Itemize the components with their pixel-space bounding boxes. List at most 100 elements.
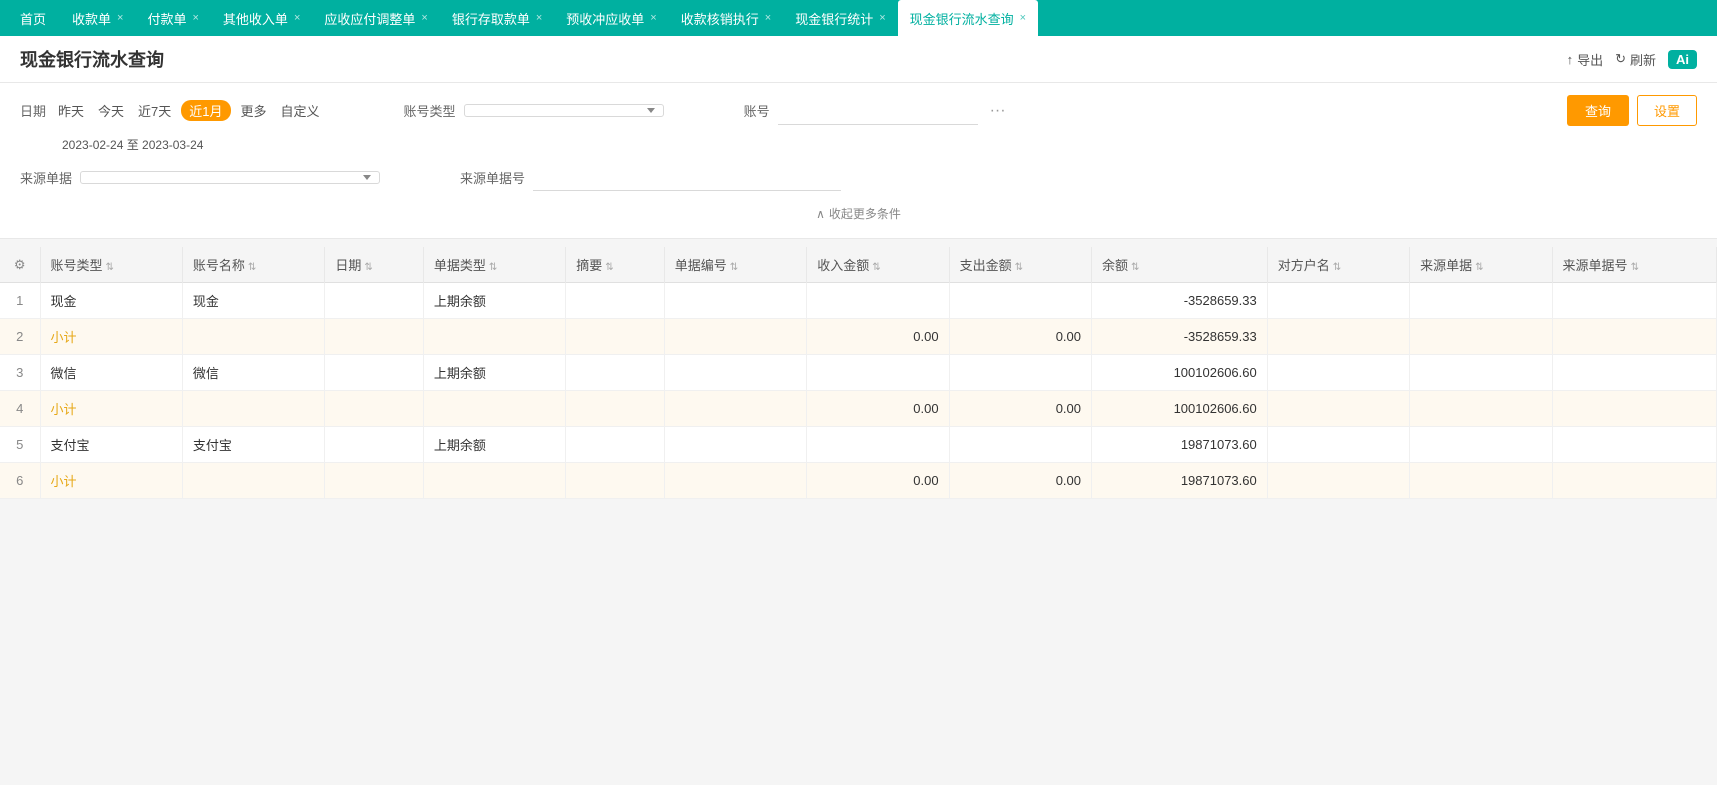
cell-source_doc (1410, 427, 1552, 463)
cell-doc_no (664, 463, 806, 499)
cell-income: 0.00 (807, 463, 949, 499)
table-col-balance[interactable]: 余额⇅ (1092, 247, 1268, 283)
sort-icon: ⇅ (1475, 262, 1483, 273)
tab-close-icon[interactable]: × (1020, 12, 1026, 24)
gear-icon[interactable]: ⚙ (14, 257, 26, 272)
sort-icon: ⇅ (489, 262, 497, 273)
nav-tab[interactable]: 收款核销执行× (669, 0, 783, 36)
cell-balance: 19871073.60 (1092, 427, 1268, 463)
cell-source_doc_no (1552, 463, 1716, 499)
query-button[interactable]: 查询 (1567, 95, 1629, 126)
export-icon: ↑ (1567, 52, 1574, 67)
table-col-summary[interactable]: 摘要⇅ (566, 247, 665, 283)
export-button[interactable]: ↑ 导出 (1567, 50, 1604, 69)
cell-account_name: 现金 (182, 283, 324, 319)
source-doc-no-input[interactable] (537, 165, 837, 188)
top-navigation: 首页 收款单×付款单×其他收入单×应收应付调整单×银行存取款单×预收冲应收单×收… (0, 0, 1717, 36)
cell-date (325, 391, 424, 427)
source-doc-no-filter-group: 来源单据号 (460, 163, 841, 191)
account-type-label: 账号类型 (404, 101, 456, 120)
cell-source_doc (1410, 283, 1552, 319)
date-shortcut[interactable]: 近1月 (181, 100, 230, 121)
nav-tab[interactable]: 应收应付调整单× (312, 0, 439, 36)
nav-tab[interactable]: 现金银行统计× (783, 0, 897, 36)
cell-doc_type: 上期余额 (423, 283, 565, 319)
cell-income (807, 283, 949, 319)
refresh-button[interactable]: ↻ 刷新 (1615, 50, 1656, 69)
cell-doc_no (664, 391, 806, 427)
table-col-date[interactable]: 日期⇅ (325, 247, 424, 283)
cell-doc_type (423, 319, 565, 355)
date-shortcut[interactable]: 近7天 (134, 100, 175, 121)
settings-button[interactable]: 设置 (1637, 95, 1697, 126)
filter-area: 日期 昨天今天近7天近1月更多自定义 账号类型 账号 ··· 查询 设置 202… (0, 83, 1717, 239)
cell-source_doc_no (1552, 319, 1716, 355)
cell-counterparty (1267, 319, 1409, 355)
account-type-select[interactable] (464, 104, 664, 117)
table-col-doc_type[interactable]: 单据类型⇅ (423, 247, 565, 283)
action-buttons: 查询 设置 (1567, 95, 1697, 126)
collapse-bar[interactable]: ∧ 收起更多条件 (20, 201, 1697, 226)
nav-tab[interactable]: 付款单× (135, 0, 210, 36)
tab-close-icon[interactable]: × (879, 12, 885, 24)
account-filter-group: 账号 ··· (744, 97, 1010, 125)
source-doc-filter-group: 来源单据 (20, 168, 380, 187)
cell-no: 1 (0, 283, 40, 319)
source-doc-select[interactable] (80, 171, 380, 184)
cell-doc_no (664, 319, 806, 355)
table-col-income[interactable]: 收入金额⇅ (807, 247, 949, 283)
cell-source_doc (1410, 355, 1552, 391)
nav-tab[interactable]: 预收冲应收单× (554, 0, 668, 36)
account-input-wrapper (778, 97, 978, 125)
source-doc-no-label: 来源单据号 (460, 168, 525, 187)
date-shortcut[interactable]: 昨天 (54, 100, 88, 121)
nav-tab[interactable]: 收款单× (60, 0, 135, 36)
tab-close-icon[interactable]: × (765, 12, 771, 24)
nav-tab[interactable]: 现金银行流水查询× (898, 0, 1038, 36)
table-col-counterparty[interactable]: 对方户名⇅ (1267, 247, 1409, 283)
date-label: 日期 (20, 101, 46, 120)
nav-tab[interactable]: 银行存取款单× (440, 0, 554, 36)
table-col-expense[interactable]: 支出金额⇅ (949, 247, 1091, 283)
tab-close-icon[interactable]: × (536, 12, 542, 24)
source-doc-chevron-icon (363, 175, 371, 180)
tab-close-icon[interactable]: × (650, 12, 656, 24)
cell-balance: -3528659.33 (1092, 319, 1268, 355)
date-shortcut[interactable]: 自定义 (277, 100, 324, 121)
cell-income (807, 427, 949, 463)
refresh-icon: ↻ (1615, 51, 1626, 67)
cell-account_type: 支付宝 (40, 427, 182, 463)
cell-summary (566, 391, 665, 427)
nav-tab[interactable]: 其他收入单× (211, 0, 312, 36)
cell-income: 0.00 (807, 319, 949, 355)
cell-expense: 0.00 (949, 463, 1091, 499)
tab-close-icon[interactable]: × (117, 12, 123, 24)
nav-home[interactable]: 首页 (8, 0, 58, 36)
date-filter-group: 日期 昨天今天近7天近1月更多自定义 (20, 100, 324, 121)
cell-expense: 0.00 (949, 319, 1091, 355)
tab-close-icon[interactable]: × (192, 12, 198, 24)
table-col-source_doc_no[interactable]: 来源单据号⇅ (1552, 247, 1716, 283)
tab-close-icon[interactable]: × (421, 12, 427, 24)
cell-no: 6 (0, 463, 40, 499)
sort-icon: ⇅ (1333, 262, 1341, 273)
tab-close-icon[interactable]: × (294, 12, 300, 24)
account-more-icon[interactable]: ··· (986, 102, 1010, 120)
date-shortcut[interactable]: 更多 (237, 100, 271, 121)
table-col-doc_no[interactable]: 单据编号⇅ (664, 247, 806, 283)
table-col-account_type[interactable]: 账号类型⇅ (40, 247, 182, 283)
cell-doc_no (664, 427, 806, 463)
cell-summary (566, 427, 665, 463)
table-col-source_doc[interactable]: 来源单据⇅ (1410, 247, 1552, 283)
cell-date (325, 319, 424, 355)
cell-source_doc_no (1552, 355, 1716, 391)
sort-icon: ⇅ (1631, 262, 1639, 273)
cell-expense (949, 427, 1091, 463)
cell-counterparty (1267, 463, 1409, 499)
table-header-row: ⚙ 账号类型⇅账号名称⇅日期⇅单据类型⇅摘要⇅单据编号⇅收入金额⇅支出金额⇅余额⇅… (0, 247, 1717, 283)
ai-badge[interactable]: Ai (1668, 50, 1697, 69)
account-input[interactable] (782, 99, 974, 122)
header-actions: ↑ 导出 ↻ 刷新 Ai (1567, 50, 1697, 69)
date-shortcut[interactable]: 今天 (94, 100, 128, 121)
table-col-account_name[interactable]: 账号名称⇅ (182, 247, 324, 283)
